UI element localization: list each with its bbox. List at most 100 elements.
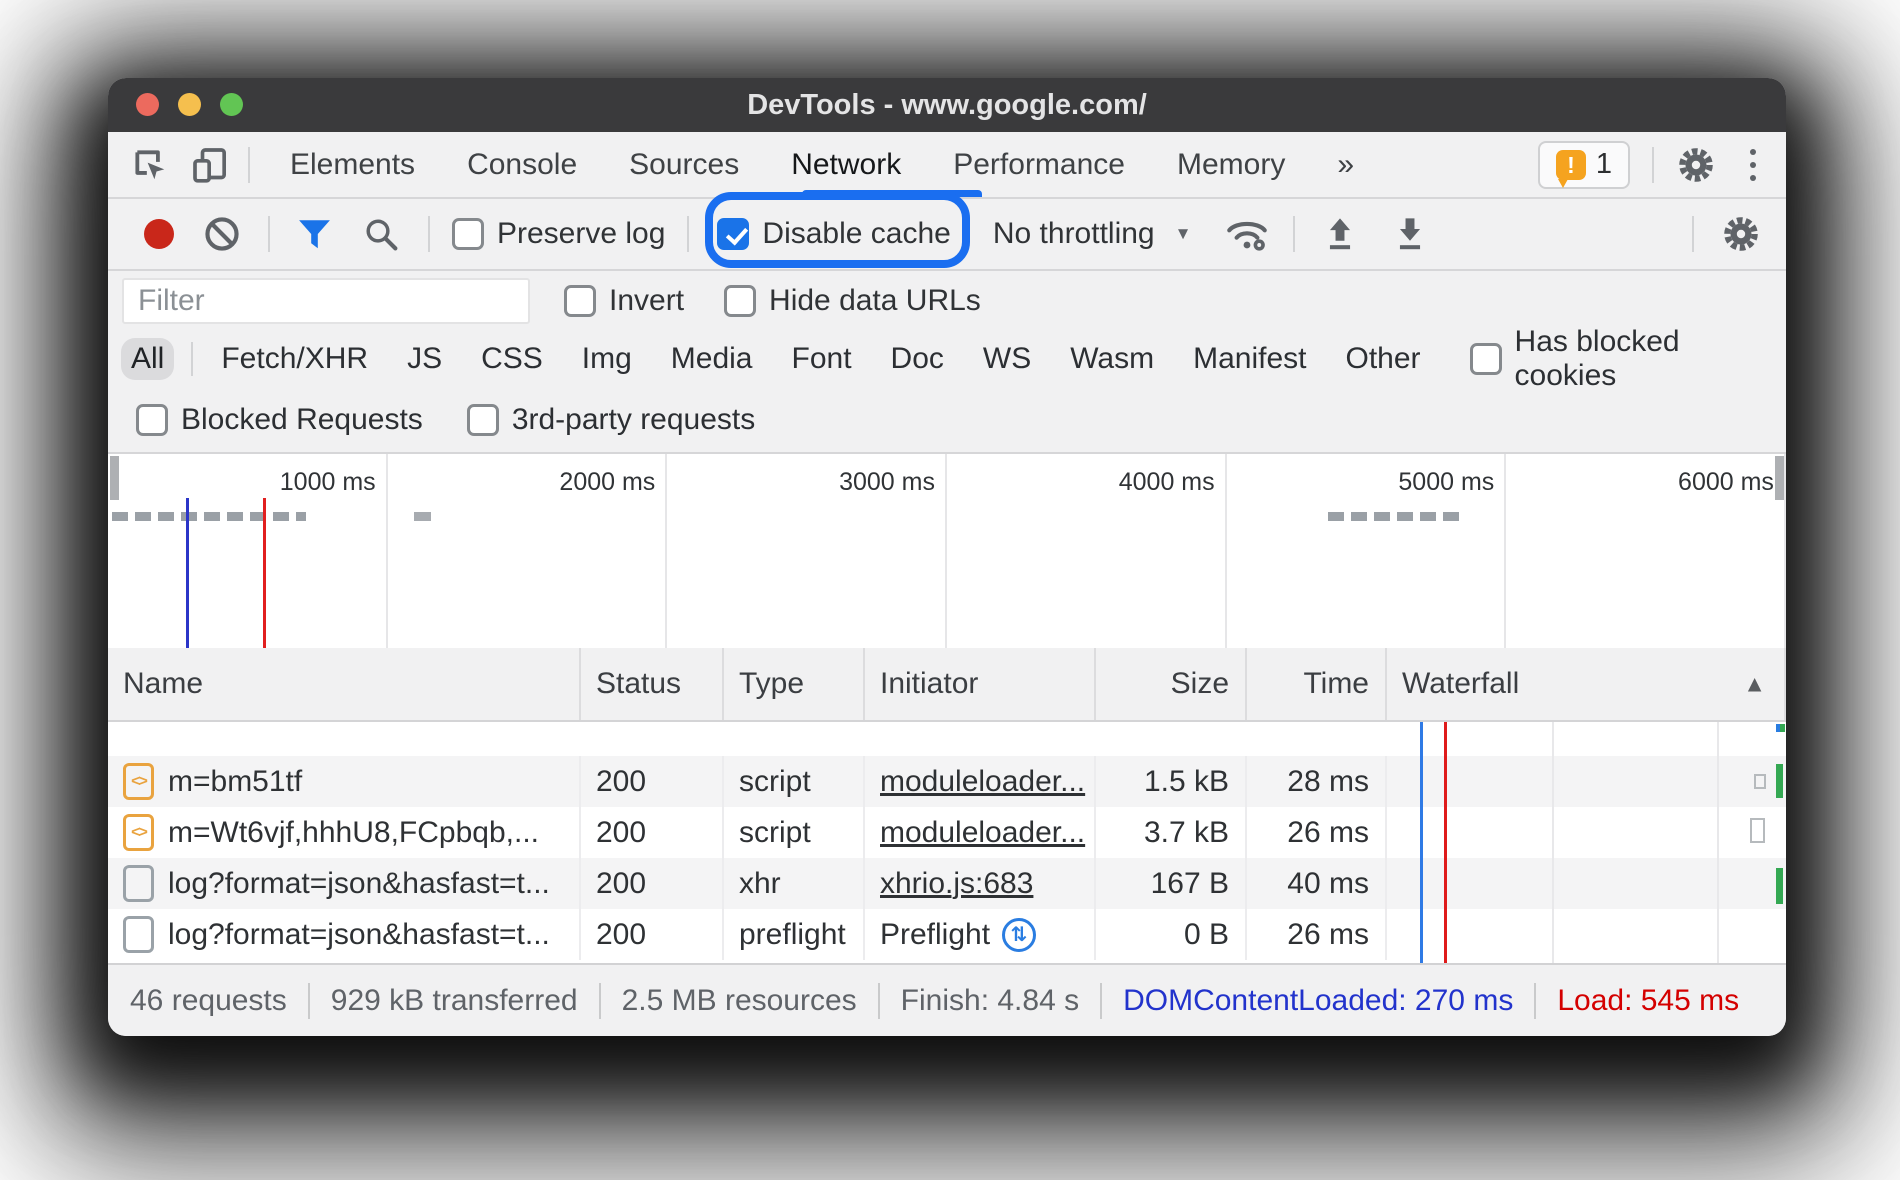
settings-button[interactable] (1674, 142, 1718, 188)
column-header-time[interactable]: Time (1247, 648, 1387, 720)
third-party-requests-checkbox[interactable]: 3rd-party requests (467, 403, 755, 437)
cell-size: 1.5 kB (1096, 756, 1247, 807)
table-row[interactable]: <> m=bm51tf 200 script moduleloader... 1… (108, 756, 1786, 807)
preflight-arrows-icon[interactable]: ⇅ (1002, 918, 1036, 952)
separator (191, 342, 193, 376)
disable-cache-checkbox[interactable]: Disable cache (717, 217, 950, 251)
column-header-initiator[interactable]: Initiator (865, 648, 1096, 720)
inspect-element-button[interactable] (128, 142, 172, 188)
chip-js[interactable]: JS (397, 338, 452, 380)
column-header-waterfall[interactable]: Waterfall (1387, 648, 1786, 720)
separator (1534, 983, 1536, 1019)
chip-manifest[interactable]: Manifest (1183, 338, 1316, 380)
toggle-device-toolbar-button[interactable] (188, 142, 232, 188)
table-row[interactable]: <> m=Wt6vjf,hhhU8,FCpbqb,... 200 script … (108, 807, 1786, 858)
initiator-link[interactable]: moduleloader... (880, 816, 1085, 850)
chip-doc[interactable]: Doc (881, 338, 954, 380)
chip-other[interactable]: Other (1336, 338, 1431, 380)
issues-badge[interactable]: ! 1 (1538, 141, 1630, 189)
more-options-button[interactable] (1740, 149, 1766, 181)
network-overview-timeline[interactable]: 1000 ms 2000 ms 3000 ms 4000 ms 5000 ms … (108, 454, 1786, 648)
throttling-dropdown[interactable]: No throttling ▼ (993, 217, 1192, 251)
overview-activity-bars (1328, 512, 1464, 521)
initiator-link[interactable]: moduleloader... (880, 765, 1085, 799)
search-button[interactable] (363, 216, 400, 253)
checkbox-unchecked-icon[interactable] (564, 285, 596, 317)
chip-media[interactable]: Media (661, 338, 763, 380)
clear-network-log-button[interactable] (204, 216, 240, 252)
filter-input[interactable] (122, 278, 530, 324)
cell-size: 0 B (1096, 909, 1247, 960)
page-background: DevTools - www.google.com/ (0, 0, 1900, 1180)
checkbox-unchecked-icon[interactable] (467, 404, 499, 436)
network-conditions-button[interactable] (1225, 215, 1269, 253)
blocked-requests-checkbox[interactable]: Blocked Requests (136, 403, 423, 437)
chip-font[interactable]: Font (782, 338, 862, 380)
column-header-type[interactable]: Type (724, 648, 865, 720)
tab-network[interactable]: Network (765, 133, 927, 196)
timeline-tick: 1000 ms (108, 454, 388, 648)
initiator-label: Preflight (880, 918, 990, 952)
chip-wasm[interactable]: Wasm (1060, 338, 1164, 380)
column-header-size[interactable]: Size (1096, 648, 1247, 720)
network-settings-button[interactable] (1720, 213, 1762, 255)
sort-ascending-icon[interactable]: ▲ (1743, 671, 1766, 698)
table-row[interactable]: log?format=json&hasfast=t... 200 preflig… (108, 909, 1786, 960)
invert-label[interactable]: Invert (609, 284, 684, 318)
separator (687, 216, 689, 252)
checkbox-checked-icon[interactable] (717, 218, 749, 250)
third-party-requests-label[interactable]: 3rd-party requests (512, 403, 755, 437)
checkbox-unchecked-icon[interactable] (136, 404, 168, 436)
column-header-name[interactable]: Name (108, 648, 581, 720)
overview-right-handle[interactable] (1775, 456, 1784, 500)
hide-data-urls-label[interactable]: Hide data URLs (769, 284, 981, 318)
checkbox-unchecked-icon[interactable] (724, 285, 756, 317)
checkbox-unchecked-icon[interactable] (452, 218, 484, 250)
preserve-log-label[interactable]: Preserve log (497, 217, 665, 251)
devtools-window: DevTools - www.google.com/ (108, 78, 1786, 1036)
tab-console[interactable]: Console (441, 133, 603, 196)
request-filter-row: Blocked Requests 3rd-party requests (108, 388, 1786, 454)
tab-memory[interactable]: Memory (1151, 133, 1311, 196)
cell-initiator: xhrio.js:683 (865, 858, 1096, 909)
record-network-log-button[interactable] (144, 219, 174, 249)
has-blocked-cookies-label[interactable]: Has blocked cookies (1515, 325, 1773, 393)
cell-name: log?format=json&hasfast=t... (108, 909, 581, 960)
tab-elements[interactable]: Elements (264, 133, 441, 196)
invert-checkbox[interactable]: Invert (564, 284, 684, 318)
cell-status: 200 (581, 807, 724, 858)
overview-activity-bars (112, 512, 306, 521)
hide-data-urls-checkbox[interactable]: Hide data URLs (724, 284, 981, 318)
checkbox-unchecked-icon[interactable] (1470, 343, 1502, 375)
cell-size: 3.7 kB (1096, 807, 1247, 858)
chip-img[interactable]: Img (572, 338, 642, 380)
preserve-log-checkbox[interactable]: Preserve log (452, 217, 665, 251)
cell-status: 200 (581, 909, 724, 960)
generic-file-icon (123, 916, 154, 953)
import-har-button[interactable] (1323, 215, 1357, 253)
tab-sources[interactable]: Sources (603, 133, 765, 196)
throttling-value[interactable]: No throttling (993, 217, 1155, 251)
column-header-status[interactable]: Status (581, 648, 724, 720)
initiator-link[interactable]: xhrio.js:683 (880, 867, 1033, 901)
chip-ws[interactable]: WS (973, 338, 1041, 380)
window-titlebar: DevTools - www.google.com/ (108, 78, 1786, 132)
export-har-button[interactable] (1393, 215, 1427, 253)
table-row[interactable]: log?format=json&hasfast=t... 200 xhr xhr… (108, 858, 1786, 909)
kebab-menu-icon (1750, 149, 1756, 155)
tab-performance[interactable]: Performance (927, 133, 1151, 196)
blocked-requests-label[interactable]: Blocked Requests (181, 403, 423, 437)
load-event-marker (263, 498, 266, 648)
overview-left-handle[interactable] (110, 456, 119, 500)
chip-all[interactable]: All (121, 338, 174, 380)
overview-activity-bar (414, 512, 431, 521)
script-file-icon: <> (123, 763, 154, 800)
disable-cache-label[interactable]: Disable cache (762, 217, 950, 251)
timeline-tick: 5000 ms (1227, 454, 1507, 648)
filter-toggle-button[interactable] (296, 218, 333, 251)
chip-fetch-xhr[interactable]: Fetch/XHR (211, 338, 378, 380)
has-blocked-cookies-checkbox[interactable]: Has blocked cookies (1470, 325, 1773, 393)
more-tabs-button[interactable]: » (1311, 133, 1380, 196)
waterfall-bar-fragment (1776, 724, 1785, 732)
chip-css[interactable]: CSS (471, 338, 553, 380)
